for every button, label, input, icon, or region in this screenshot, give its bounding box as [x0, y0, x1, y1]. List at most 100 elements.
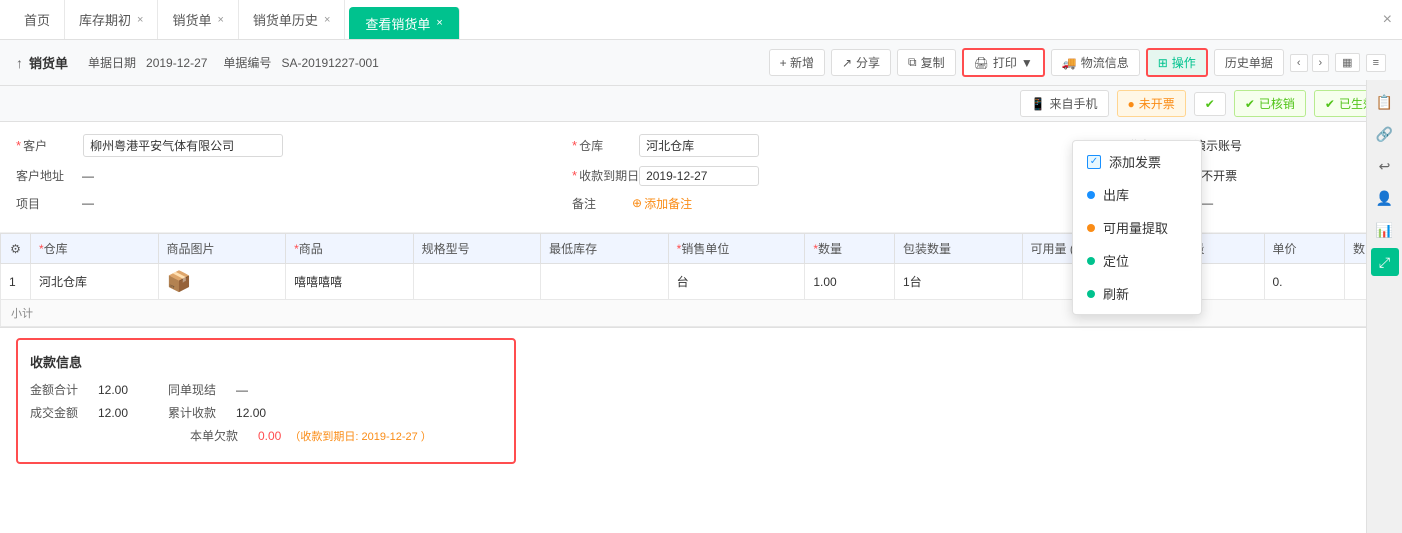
tab-sales-label: 销货单 — [172, 10, 211, 29]
list-view-button[interactable]: ≡ — [1366, 54, 1386, 72]
sidebar-icon-link[interactable]: 🔗 — [1371, 120, 1399, 148]
row-product: 嘻嘻嘻嘻 — [286, 264, 414, 300]
sidebar-icon-chart[interactable]: 📊 — [1371, 216, 1399, 244]
verified-button[interactable]: ✔ 已核销 — [1234, 90, 1306, 117]
customer-value[interactable]: 柳州粤港平安气体有限公司 — [83, 134, 283, 157]
col-image: 商品图片 — [158, 234, 286, 264]
deal-amount-label: 成交金额 — [30, 404, 90, 421]
operations-button[interactable]: ⊞ 操作 — [1146, 48, 1208, 77]
tab-home[interactable]: 首页 — [10, 0, 65, 39]
copy-button[interactable]: ⧉ 复制 — [897, 49, 956, 76]
not-open-button[interactable]: ● 未开票 — [1117, 90, 1186, 117]
logistics-button[interactable]: 🚚 物流信息 — [1051, 49, 1140, 76]
history-button[interactable]: 历史单据 — [1214, 49, 1284, 76]
doc-type-label: 销货单 — [29, 53, 68, 72]
row-warehouse: 河北仓库 — [31, 264, 159, 300]
grid-view-button[interactable]: ▦ — [1335, 53, 1359, 72]
share-button[interactable]: ↗ 分享 — [831, 49, 891, 76]
confirm-check-button[interactable]: ✔ — [1194, 92, 1226, 116]
cumulative-value: 12.00 — [236, 406, 266, 420]
tab-history[interactable]: 销货单历史 × — [239, 0, 345, 39]
staff-value: 演示账号 — [1188, 135, 1308, 156]
verified-icon: ✔ — [1245, 97, 1255, 111]
add-invoice-label: 添加发票 — [1109, 152, 1161, 171]
payment-row-3: 本单欠款 0.00 （收款到期日: 2019-12-27 ） — [30, 427, 502, 444]
main-content: ↑ 销货单 单据日期 2019-12-27 单据编号 SA-20191227-0… — [0, 40, 1402, 533]
print-dropdown-icon: ▼ — [1021, 56, 1033, 70]
tab-sales[interactable]: 销货单 × — [158, 0, 238, 39]
sidebar-icon-return[interactable]: ↩ — [1371, 152, 1399, 180]
add-invoice-item[interactable]: ✓ 添加发票 — [1073, 145, 1201, 178]
close-all-tabs[interactable]: × — [1383, 11, 1392, 29]
col-min-stock: 最低库存 — [541, 234, 669, 264]
outbound-dot — [1087, 191, 1095, 199]
row-min-stock — [541, 264, 669, 300]
sales-value: — — [1195, 194, 1315, 212]
product-image-icon: 📦 — [167, 271, 192, 293]
sidebar-icon-doc[interactable]: 📋 — [1371, 88, 1399, 116]
warehouse-label: 仓库 — [579, 137, 639, 154]
right-sidebar: 📋 🔗 ↩ 👤 📊 ⤢ — [1366, 80, 1402, 533]
row-no: 1 — [1, 264, 31, 300]
copy-icon: ⧉ — [908, 55, 917, 70]
address-field: 客户地址 — — [16, 167, 532, 185]
col-unit: *销售单位 — [668, 234, 805, 264]
copy-label: 复制 — [921, 54, 945, 71]
sidebar-icon-user[interactable]: 👤 — [1371, 184, 1399, 212]
doc-no-value: SA-20191227-001 — [281, 56, 378, 70]
address-value: — — [76, 167, 196, 185]
col-qty: *数量 — [805, 234, 895, 264]
tab-sales-close[interactable]: × — [217, 14, 223, 26]
from-phone-button[interactable]: 📱 来自手机 — [1020, 90, 1109, 117]
locate-dot — [1087, 257, 1095, 265]
warehouse-required: * — [572, 138, 577, 153]
col-warehouse: *仓库 — [31, 234, 159, 264]
col-settings[interactable]: ⚙ — [1, 234, 31, 264]
next-button[interactable]: › — [1312, 54, 1330, 72]
from-phone-label: 来自手机 — [1050, 95, 1098, 112]
add-note-button[interactable]: ⊕ 添加备注 — [632, 195, 692, 212]
doc-meta: 单据日期 2019-12-27 单据编号 SA-20191227-001 — [88, 54, 749, 71]
deal-amount-item: 成交金额 12.00 — [30, 404, 128, 421]
sidebar-icon-expand[interactable]: ⤢ — [1371, 248, 1399, 276]
payment-row-1: 金额合计 12.00 同单现结 — — [30, 381, 502, 398]
due-date-field: * 收款到期日 2019-12-27 — [572, 166, 1088, 186]
customer-field: * 客户 柳州粤港平安气体有限公司 — [16, 134, 532, 157]
tab-inventory-close[interactable]: × — [137, 14, 143, 26]
second-toolbar: 📱 来自手机 ● 未开票 ✔ ✔ 已核销 ✔ 已生效 — [0, 86, 1402, 122]
outbound-item[interactable]: 出库 — [1073, 178, 1201, 211]
row-image: 📦 — [158, 264, 286, 300]
balance-label: 本单欠款 — [190, 427, 250, 444]
project-label: 项目 — [16, 195, 76, 212]
note-label: 备注 — [572, 195, 632, 212]
new-button[interactable]: + 新增 — [769, 49, 825, 76]
prev-button[interactable]: ‹ — [1290, 54, 1308, 72]
due-date-required: * — [572, 168, 577, 183]
ticket-value: 不开票 — [1195, 165, 1315, 186]
warehouse-value[interactable]: 河北仓库 — [639, 134, 759, 157]
tab-view-sales-close[interactable]: × — [436, 17, 442, 29]
tab-view-sales-label: 查看销货单 — [365, 14, 430, 33]
doc-header: ↑ 销货单 单据日期 2019-12-27 单据编号 SA-20191227-0… — [0, 40, 1402, 86]
print-icon: 🖨 — [974, 56, 989, 70]
row-spec — [413, 264, 541, 300]
available-qty-label: 可用量提取 — [1103, 218, 1168, 237]
print-button[interactable]: 🖨 打印 ▼ — [962, 48, 1045, 77]
available-qty-item[interactable]: 可用量提取 — [1073, 211, 1201, 244]
balance-item: 本单欠款 0.00 （收款到期日: 2019-12-27 ） — [190, 427, 432, 444]
project-field: 项目 — — [16, 194, 532, 212]
tab-inventory[interactable]: 库存期初 × — [65, 0, 158, 39]
amount-value: 12.00 — [98, 383, 128, 397]
effective-icon: ✔ — [1325, 97, 1335, 111]
tab-view-sales[interactable]: 查看销货单 × — [349, 7, 459, 39]
available-dot — [1087, 224, 1095, 232]
doc-no-field: 单据编号 SA-20191227-001 — [223, 54, 378, 71]
doc-date-label: 单据日期 — [88, 54, 136, 71]
due-date-value[interactable]: 2019-12-27 — [639, 166, 759, 186]
refresh-item[interactable]: 刷新 — [1073, 277, 1201, 310]
share-label: 分享 — [856, 54, 880, 71]
col-pack-qty: 包装数量 — [894, 234, 1022, 264]
locate-item[interactable]: 定位 — [1073, 244, 1201, 277]
tab-history-close[interactable]: × — [324, 14, 330, 26]
doc-date-field: 单据日期 2019-12-27 — [88, 54, 207, 71]
